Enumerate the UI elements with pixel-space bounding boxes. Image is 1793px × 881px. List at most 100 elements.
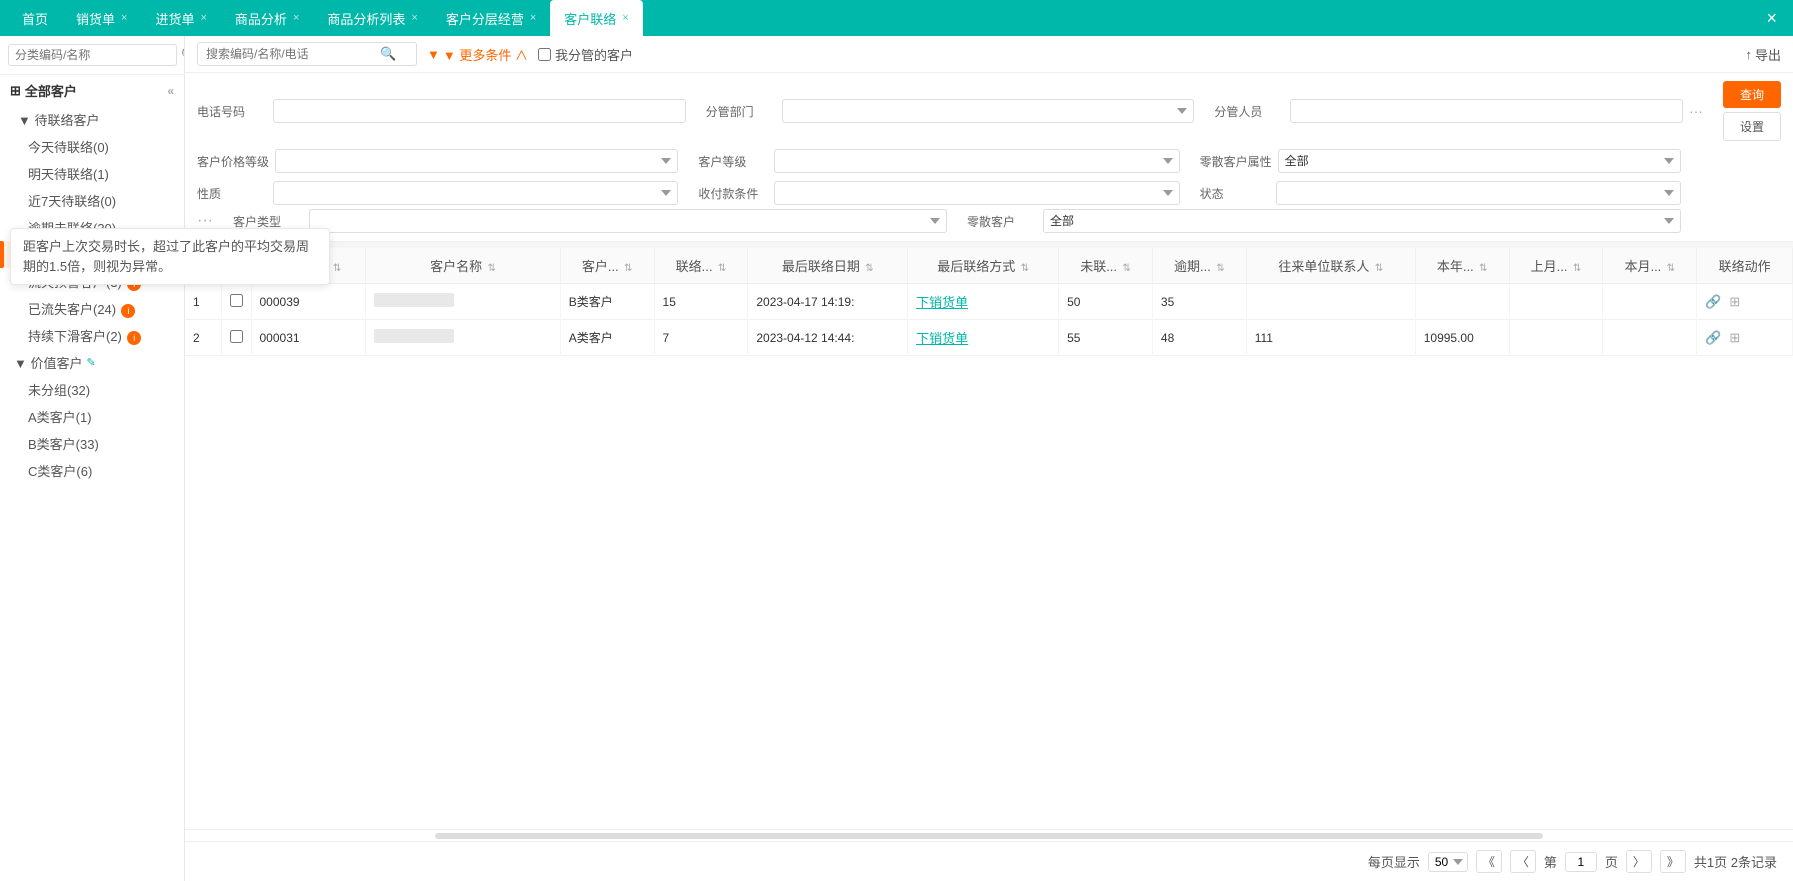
cell-last-date-1: 2023-04-17 14:19: bbox=[748, 284, 908, 320]
cell-last-month-2 bbox=[1509, 320, 1603, 356]
col-last-method[interactable]: 最后联络方式 ⇅ bbox=[908, 248, 1059, 284]
col-current-month[interactable]: 本月... ⇅ bbox=[1603, 248, 1697, 284]
tab-product-analysis[interactable]: 商品分析 × bbox=[221, 0, 313, 36]
sidebar-item-ungrouped[interactable]: 未分组(32) bbox=[0, 376, 184, 403]
close-product-list[interactable]: × bbox=[411, 12, 417, 24]
sort-uncontacted[interactable]: ⇅ bbox=[1122, 263, 1130, 274]
tab-customer-contact[interactable]: 客户联络 × bbox=[550, 0, 642, 36]
info-icon-declining[interactable]: i bbox=[127, 331, 141, 345]
sidebar-search-input[interactable] bbox=[8, 44, 177, 66]
col-overdue[interactable]: 逾期... ⇅ bbox=[1152, 248, 1246, 284]
gender-select[interactable] bbox=[273, 181, 678, 205]
my-customers-checkbox-area[interactable]: 我分管的客户 bbox=[538, 45, 633, 64]
horizontal-scrollbar[interactable] bbox=[435, 833, 1544, 839]
sidebar-item-c-class[interactable]: C类客户(6) bbox=[0, 457, 184, 484]
sidebar-item-b-class[interactable]: B类客户(33) bbox=[0, 430, 184, 457]
per-page-select[interactable]: 50 bbox=[1428, 852, 1468, 872]
status-select[interactable] bbox=[1276, 181, 1681, 205]
my-customers-checkbox[interactable] bbox=[538, 48, 551, 61]
col-grade[interactable]: 客户... ⇅ bbox=[560, 248, 654, 284]
payment-select[interactable] bbox=[774, 181, 1179, 205]
next-page-btn[interactable]: 〉 bbox=[1626, 850, 1652, 873]
sort-last-month[interactable]: ⇅ bbox=[1573, 263, 1581, 274]
last-page-btn[interactable]: 》 bbox=[1660, 850, 1686, 873]
tab-sales-order[interactable]: 销货单 × bbox=[62, 0, 141, 36]
cell-code-2: 000031 bbox=[251, 320, 366, 356]
col-contact-count[interactable]: 联络... ⇅ bbox=[654, 248, 748, 284]
sidebar-all-customers[interactable]: ⊞ 全部客户 « bbox=[0, 75, 184, 106]
retail-customer-select[interactable]: 全部 bbox=[1043, 209, 1681, 233]
sort-overdue[interactable]: ⇅ bbox=[1216, 263, 1224, 274]
sort-current-year[interactable]: ⇅ bbox=[1479, 263, 1487, 274]
prev-page-btn[interactable]: 〈 bbox=[1510, 850, 1536, 873]
sort-name[interactable]: ⇅ bbox=[488, 263, 496, 274]
col-unit-contact[interactable]: 往来单位联系人 ⇅ bbox=[1246, 248, 1415, 284]
sort-contact-count[interactable]: ⇅ bbox=[718, 263, 726, 274]
cell-unit-contact-1 bbox=[1246, 284, 1415, 320]
link-action-icon-2[interactable]: 🔗 bbox=[1705, 330, 1721, 346]
manager-input[interactable] bbox=[1290, 99, 1683, 123]
close-purchase-order[interactable]: × bbox=[200, 12, 206, 24]
close-customer-contact[interactable]: × bbox=[622, 12, 628, 24]
retail-attr-select[interactable]: 全部 bbox=[1278, 149, 1681, 173]
customer-grade-select[interactable] bbox=[774, 149, 1179, 173]
phone-input[interactable] bbox=[273, 99, 686, 123]
sidebar-pending-contact[interactable]: ▼ 待联络客户 bbox=[0, 106, 184, 133]
more-conditions-btn[interactable]: ▼ ▼ 更多条件 ∧ bbox=[427, 45, 528, 64]
sidebar-item-churned[interactable]: 已流失客户(24) i bbox=[0, 295, 184, 322]
export-btn[interactable]: ↑ 导出 bbox=[1745, 45, 1781, 64]
sidebar-item-tomorrow[interactable]: 明天待联络(1) bbox=[0, 160, 184, 187]
query-button[interactable]: 查询 bbox=[1723, 81, 1781, 108]
col-last-date[interactable]: 最后联络日期 ⇅ bbox=[748, 248, 908, 284]
sidebar-item-declining[interactable]: 持续下滑客户(2) i bbox=[0, 322, 184, 349]
cell-last-method-1[interactable]: 下销货单 bbox=[908, 284, 1059, 320]
cell-last-method-2[interactable]: 下销货单 bbox=[908, 320, 1059, 356]
filter-icon: ▼ bbox=[427, 47, 440, 62]
first-page-btn[interactable]: 《 bbox=[1476, 850, 1502, 873]
col-uncontacted[interactable]: 未联... ⇅ bbox=[1059, 248, 1153, 284]
settings-button[interactable]: 设置 bbox=[1723, 112, 1781, 141]
search-input[interactable] bbox=[206, 47, 376, 61]
sort-code[interactable]: ⇅ bbox=[333, 263, 341, 274]
sidebar-item-today[interactable]: 今天待联络(0) bbox=[0, 133, 184, 160]
cell-actions-2: 🔗 ⊞ bbox=[1697, 320, 1793, 356]
sidebar-item-a-class[interactable]: A类客户(1) bbox=[0, 403, 184, 430]
close-customer-tier[interactable]: × bbox=[530, 12, 536, 24]
cell-overdue-2: 48 bbox=[1152, 320, 1246, 356]
close-sales-order[interactable]: × bbox=[121, 12, 127, 24]
sort-last-method[interactable]: ⇅ bbox=[1021, 263, 1029, 274]
search-icon[interactable]: 🔍 bbox=[380, 46, 396, 62]
link-action-icon-1[interactable]: 🔗 bbox=[1705, 294, 1721, 310]
grid-action-icon-2[interactable]: ⊞ bbox=[1729, 330, 1740, 346]
edit-icon-value[interactable]: ✎ bbox=[86, 356, 95, 369]
col-last-month[interactable]: 上月... ⇅ bbox=[1509, 248, 1603, 284]
sort-unit-contact[interactable]: ⇅ bbox=[1375, 263, 1383, 274]
manager-more-btn[interactable]: ··· bbox=[1689, 103, 1703, 119]
tab-purchase-order[interactable]: 进货单 × bbox=[141, 0, 220, 36]
customer-type-select[interactable] bbox=[309, 209, 947, 233]
pagination-bar: 每页显示 50 《 〈 第 页 〉 》 共1页 2条记录 bbox=[185, 841, 1793, 881]
price-grade-select[interactable] bbox=[275, 149, 678, 173]
col-name[interactable]: 客户名称 ⇅ bbox=[366, 248, 560, 284]
sort-last-date[interactable]: ⇅ bbox=[865, 263, 873, 274]
row-checkbox-2[interactable] bbox=[230, 330, 243, 343]
grid-action-icon-1[interactable]: ⊞ bbox=[1729, 294, 1740, 310]
sort-current-month[interactable]: ⇅ bbox=[1667, 263, 1675, 274]
dept-select[interactable] bbox=[782, 99, 1195, 123]
page-number-input[interactable] bbox=[1565, 852, 1597, 872]
sidebar-collapse-btn[interactable]: « bbox=[167, 84, 174, 98]
tab-product-list[interactable]: 商品分析列表 × bbox=[313, 0, 431, 36]
close-all-tabs[interactable]: × bbox=[1758, 8, 1785, 29]
cell-actions-1: 🔗 ⊞ bbox=[1697, 284, 1793, 320]
row-checkbox-1[interactable] bbox=[230, 294, 243, 307]
col-current-year[interactable]: 本年... ⇅ bbox=[1415, 248, 1509, 284]
cell-current-year-2: 10995.00 bbox=[1415, 320, 1509, 356]
tab-home[interactable]: 首页 bbox=[8, 0, 62, 36]
sidebar-value-customers[interactable]: ▼ 价值客户 ✎ bbox=[0, 349, 184, 376]
tab-customer-tier[interactable]: 客户分层经营 × bbox=[432, 0, 550, 36]
sidebar-item-7days[interactable]: 近7天待联络(0) bbox=[0, 187, 184, 214]
sort-grade[interactable]: ⇅ bbox=[624, 263, 632, 274]
grid-icon-sidebar: ⊞ bbox=[10, 83, 21, 99]
info-icon-churned[interactable]: i bbox=[121, 304, 135, 318]
close-product-analysis[interactable]: × bbox=[293, 12, 299, 24]
